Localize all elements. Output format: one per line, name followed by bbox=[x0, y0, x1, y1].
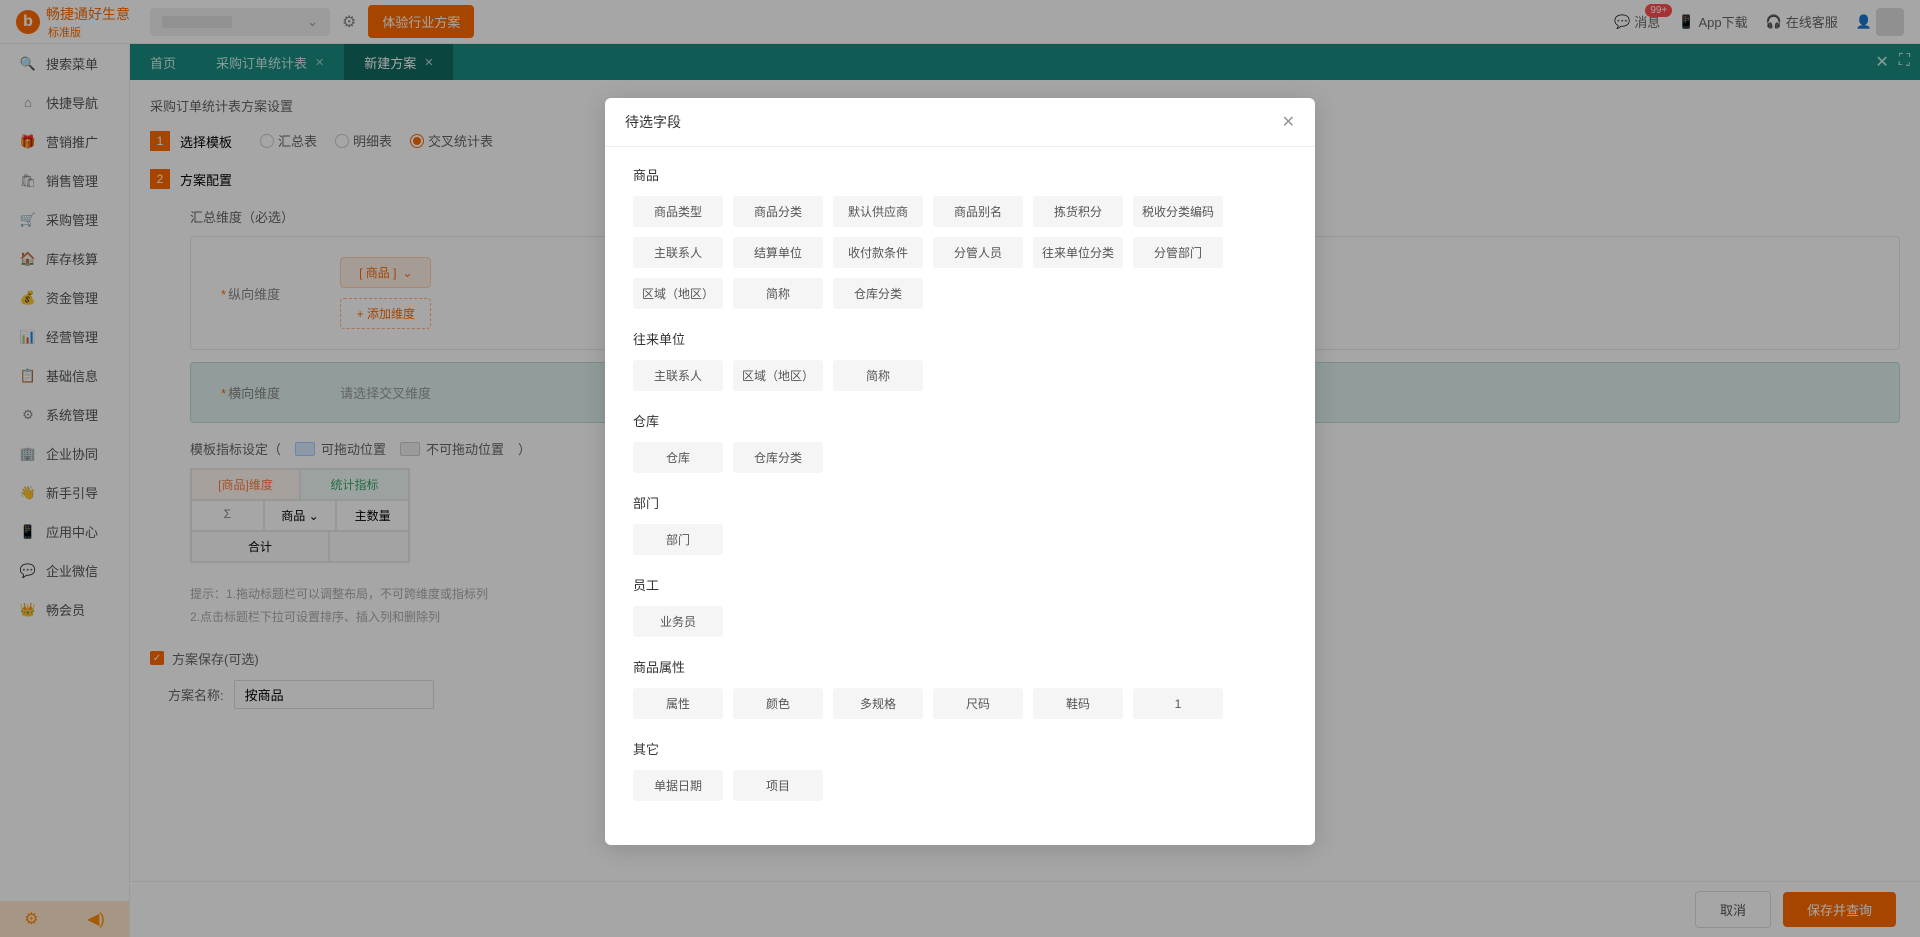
field-chip[interactable]: 简称 bbox=[833, 360, 923, 391]
field-chip[interactable]: 分管部门 bbox=[1133, 237, 1223, 268]
field-chip[interactable]: 结算单位 bbox=[733, 237, 823, 268]
field-chip[interactable]: 项目 bbox=[733, 770, 823, 801]
field-chip[interactable]: 拣货积分 bbox=[1033, 196, 1123, 227]
field-chip[interactable]: 属性 bbox=[633, 688, 723, 719]
modal-title: 待选字段 bbox=[625, 112, 681, 132]
field-chip[interactable]: 往来单位分类 bbox=[1033, 237, 1123, 268]
field-chip[interactable]: 单据日期 bbox=[633, 770, 723, 801]
field-chip[interactable]: 商品类型 bbox=[633, 196, 723, 227]
group-title: 往来单位 bbox=[633, 329, 1287, 348]
modal-close-button[interactable]: ✕ bbox=[1282, 112, 1295, 132]
group-title: 员工 bbox=[633, 575, 1287, 594]
field-group: 商品商品类型商品分类默认供应商商品别名拣货积分税收分类编码主联系人结算单位收付款… bbox=[633, 165, 1287, 309]
field-chip[interactable]: 颜色 bbox=[733, 688, 823, 719]
field-chip[interactable]: 商品分类 bbox=[733, 196, 823, 227]
field-chip[interactable]: 主联系人 bbox=[633, 237, 723, 268]
field-chip[interactable]: 业务员 bbox=[633, 606, 723, 637]
field-chip[interactable]: 收付款条件 bbox=[833, 237, 923, 268]
field-chip[interactable]: 简称 bbox=[733, 278, 823, 309]
field-chip[interactable]: 区域（地区） bbox=[633, 278, 723, 309]
field-chip[interactable]: 主联系人 bbox=[633, 360, 723, 391]
group-title: 其它 bbox=[633, 739, 1287, 758]
field-chip[interactable]: 尺码 bbox=[933, 688, 1023, 719]
field-chip[interactable]: 区域（地区） bbox=[733, 360, 823, 391]
field-group: 往来单位主联系人区域（地区） 简称 bbox=[633, 329, 1287, 391]
field-chip[interactable]: 分管人员 bbox=[933, 237, 1023, 268]
field-group: 部门部门 bbox=[633, 493, 1287, 555]
field-selector-modal: 待选字段 ✕ 商品商品类型商品分类默认供应商商品别名拣货积分税收分类编码主联系人… bbox=[605, 98, 1315, 845]
field-chip[interactable]: 税收分类编码 bbox=[1133, 196, 1223, 227]
field-group: 商品属性属性颜色多规格尺码鞋码 1 bbox=[633, 657, 1287, 719]
group-title: 仓库 bbox=[633, 411, 1287, 430]
field-group: 其它单据日期项目 bbox=[633, 739, 1287, 801]
group-title: 商品 bbox=[633, 165, 1287, 184]
field-chip[interactable]: 商品别名 bbox=[933, 196, 1023, 227]
field-group: 仓库仓库仓库分类 bbox=[633, 411, 1287, 473]
field-chip[interactable]: 仓库 bbox=[633, 442, 723, 473]
field-chip[interactable]: 多规格 bbox=[833, 688, 923, 719]
group-title: 部门 bbox=[633, 493, 1287, 512]
field-chip[interactable]: 仓库分类 bbox=[733, 442, 823, 473]
field-chip[interactable]: 默认供应商 bbox=[833, 196, 923, 227]
field-group: 员工业务员 bbox=[633, 575, 1287, 637]
field-chip[interactable]: 部门 bbox=[633, 524, 723, 555]
field-chip[interactable]: 鞋码 bbox=[1033, 688, 1123, 719]
field-chip[interactable]: 仓库分类 bbox=[833, 278, 923, 309]
group-title: 商品属性 bbox=[633, 657, 1287, 676]
field-chip[interactable]: 1 bbox=[1133, 688, 1223, 719]
